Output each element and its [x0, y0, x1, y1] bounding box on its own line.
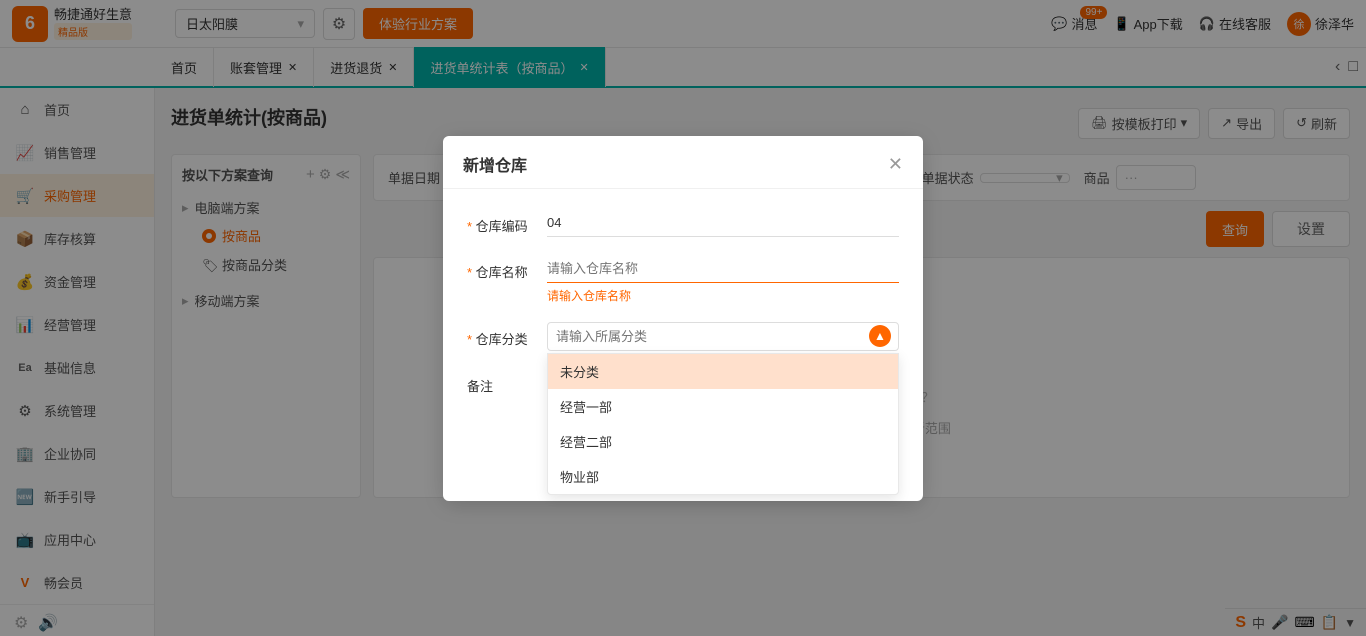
category-select-input[interactable] [547, 322, 899, 351]
warehouse-name-label: 仓库名称 [467, 255, 547, 281]
modal-overlay: 新增仓库 ✕ 仓库编码 仓库名称 请输入仓库名称 仓库分类 [0, 0, 1366, 636]
warehouse-code-field [547, 209, 899, 237]
dropdown-item-property[interactable]: 物业部 [548, 459, 898, 494]
dropdown-item-uncategorized[interactable]: 未分类 [548, 354, 898, 389]
warehouse-name-row: 仓库名称 请输入仓库名称 [467, 255, 899, 304]
modal-header: 新增仓库 ✕ [443, 136, 923, 189]
warehouse-name-input[interactable] [547, 255, 899, 283]
warehouse-category-label: 仓库分类 [467, 322, 547, 348]
category-select-wrapper: ▲ [547, 322, 899, 351]
warehouse-code-row: 仓库编码 [467, 209, 899, 237]
category-arrow-btn[interactable]: ▲ [869, 325, 891, 347]
warehouse-code-label: 仓库编码 [467, 209, 547, 235]
dropdown-uncategorized-label: 未分类 [560, 365, 599, 380]
warehouse-category-row: 仓库分类 ▲ 未分类 经营一部 [467, 322, 899, 351]
modal-title: 新增仓库 [463, 152, 527, 176]
dropdown-item-dept1[interactable]: 经营一部 [548, 389, 898, 424]
dropdown-property-label: 物业部 [560, 470, 599, 485]
dropdown-dept1-label: 经营一部 [560, 400, 612, 415]
dropdown-dept2-label: 经营二部 [560, 435, 612, 450]
category-dropdown: 未分类 经营一部 经营二部 物业部 [547, 353, 899, 495]
warehouse-code-input[interactable] [547, 209, 899, 237]
dropdown-item-dept2[interactable]: 经营二部 [548, 424, 898, 459]
warehouse-category-field: ▲ 未分类 经营一部 经营二部 物业部 [547, 322, 899, 351]
remark-label: 备注 [467, 369, 547, 395]
modal: 新增仓库 ✕ 仓库编码 仓库名称 请输入仓库名称 仓库分类 [443, 136, 923, 501]
modal-close-btn[interactable]: ✕ [888, 155, 903, 173]
modal-body: 仓库编码 仓库名称 请输入仓库名称 仓库分类 ▲ [443, 189, 923, 435]
warehouse-name-error: 请输入仓库名称 [547, 287, 899, 304]
warehouse-name-field: 请输入仓库名称 [547, 255, 899, 304]
